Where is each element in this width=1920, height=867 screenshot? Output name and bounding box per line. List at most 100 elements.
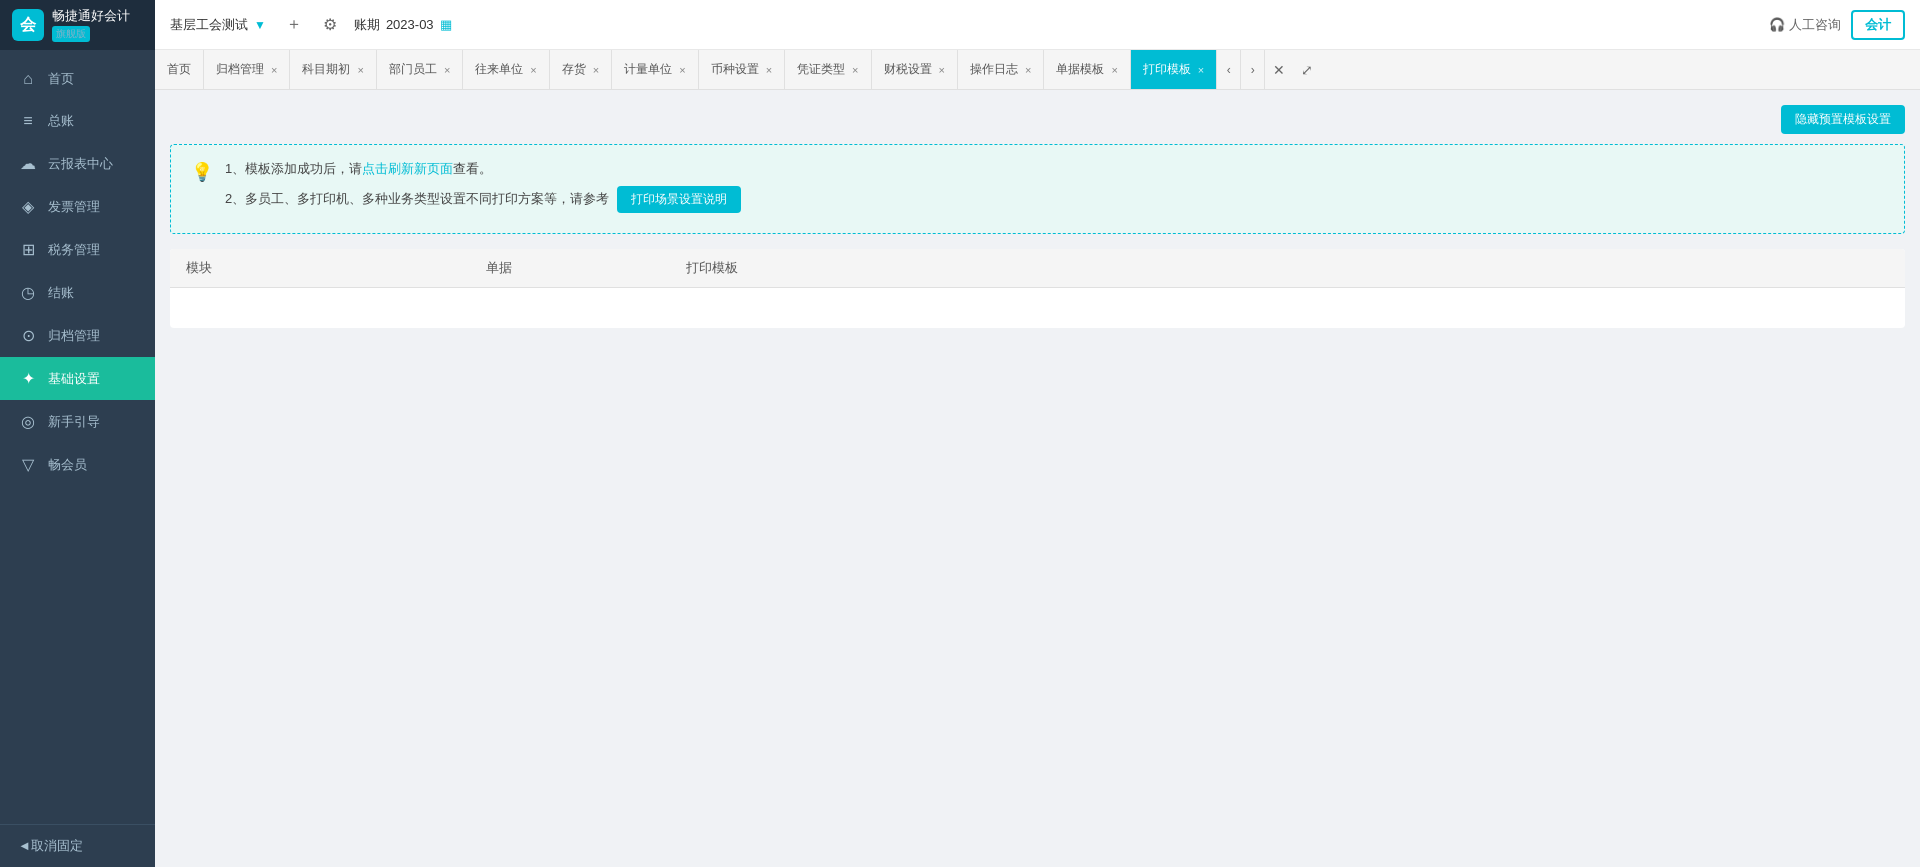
content-area: 隐藏预置模板设置 💡 1、模板添加成功后，请点击刷新新页面查看。 2、多员工、多…: [155, 90, 1920, 867]
topbar-actions: ＋ ⚙: [280, 11, 344, 39]
sidebar-item-tax[interactable]: ⊞ 税务管理: [0, 228, 155, 271]
sidebar-item-archive[interactable]: ⊙ 归档管理: [0, 314, 155, 357]
tab-print-template[interactable]: 打印模板 ×: [1131, 50, 1217, 89]
tab-close-icon[interactable]: ×: [1111, 64, 1117, 76]
tab-bar: 首页 归档管理 × 科目期初 × 部门员工 × 往来单位 × 存货 × 计量单位…: [155, 50, 1920, 90]
tab-unit[interactable]: 计量单位 ×: [612, 50, 698, 89]
tab-label: 部门员工: [389, 61, 437, 78]
unpin-label: ◄取消固定: [18, 837, 83, 855]
tax-icon: ⊞: [18, 240, 38, 259]
kuaiji-button[interactable]: 会计: [1851, 10, 1905, 40]
sidebar-item-ledger[interactable]: ≡ 总账: [0, 100, 155, 142]
info-line1-prefix: 1、模板添加成功后，请: [225, 161, 362, 176]
tab-home[interactable]: 首页: [155, 50, 204, 89]
tab-label: 操作日志: [970, 61, 1018, 78]
tab-document-template[interactable]: 单据模板 ×: [1044, 50, 1130, 89]
sidebar-item-guide[interactable]: ◎ 新手引导: [0, 400, 155, 443]
tab-close-icon[interactable]: ×: [1198, 64, 1204, 76]
tab-close-icon[interactable]: ×: [530, 64, 536, 76]
home-icon: ⌂: [18, 70, 38, 88]
tab-close-icon[interactable]: ×: [593, 64, 599, 76]
hide-template-btn-row: 隐藏预置模板设置: [170, 105, 1905, 134]
th-document: 单据: [470, 249, 670, 287]
tab-close-all-button[interactable]: ✕: [1265, 50, 1293, 89]
sidebar-item-label: 总账: [48, 112, 74, 130]
sidebar-item-label: 归档管理: [48, 327, 100, 345]
table-header: 模块 单据 打印模板: [170, 249, 1905, 288]
tab-close-icon[interactable]: ×: [939, 64, 945, 76]
tab-label: 归档管理: [216, 61, 264, 78]
tab-subject-init[interactable]: 科目期初 ×: [290, 50, 376, 89]
logo-icon: 会: [12, 9, 44, 41]
period-label: 账期: [354, 16, 380, 34]
tab-voucher-type[interactable]: 凭证类型 ×: [785, 50, 871, 89]
tab-inventory[interactable]: 存货 ×: [550, 50, 612, 89]
tab-close-icon[interactable]: ×: [766, 64, 772, 76]
sidebar-item-label: 结账: [48, 284, 74, 302]
sidebar-item-invoice[interactable]: ◈ 发票管理: [0, 185, 155, 228]
period-value[interactable]: 2023-03: [386, 17, 434, 32]
tab-archive[interactable]: 归档管理 ×: [204, 50, 290, 89]
sidebar: 会 畅捷通好会计 旗舰版 ⌂ 首页 ≡ 总账 ☁ 云报表中心 ◈ 发票管理 ⊞ …: [0, 0, 155, 867]
tab-label: 首页: [167, 61, 191, 78]
cloud-icon: ☁: [18, 154, 38, 173]
hide-template-button[interactable]: 隐藏预置模板设置: [1781, 105, 1905, 134]
tab-label: 财税设置: [884, 61, 932, 78]
company-selector[interactable]: 基层工会测试 ▼: [170, 16, 266, 34]
main-area: 基层工会测试 ▼ ＋ ⚙ 账期 2023-03 ▦ 🎧 人工咨询 会计 首页 归…: [155, 0, 1920, 867]
tab-close-icon[interactable]: ×: [357, 64, 363, 76]
logo-text: 畅捷通好会计: [52, 8, 130, 25]
sidebar-unpin[interactable]: ◄取消固定: [0, 824, 155, 867]
print-scene-button[interactable]: 打印场景设置说明: [617, 186, 741, 213]
tab-close-icon[interactable]: ×: [852, 64, 858, 76]
close-account-icon: ◷: [18, 283, 38, 302]
add-tab-button[interactable]: ＋: [280, 11, 308, 39]
info-box-content: 💡 1、模板添加成功后，请点击刷新新页面查看。 2、多员工、多打印机、多种业务类…: [191, 159, 1884, 219]
sidebar-item-label: 发票管理: [48, 198, 100, 216]
tab-department[interactable]: 部门员工 ×: [377, 50, 463, 89]
sidebar-item-label: 云报表中心: [48, 155, 113, 173]
service-label: 人工咨询: [1789, 16, 1841, 34]
sidebar-item-close-account[interactable]: ◷ 结账: [0, 271, 155, 314]
topbar: 基层工会测试 ▼ ＋ ⚙ 账期 2023-03 ▦ 🎧 人工咨询 会计: [155, 0, 1920, 50]
service-button[interactable]: 🎧 人工咨询: [1769, 16, 1841, 34]
tab-tax-settings[interactable]: 财税设置 ×: [872, 50, 958, 89]
tab-label: 凭证类型: [797, 61, 845, 78]
sidebar-item-home[interactable]: ⌂ 首页: [0, 58, 155, 100]
tab-close-icon[interactable]: ×: [271, 64, 277, 76]
tab-next-button[interactable]: ›: [1241, 50, 1265, 89]
lightbulb-icon: 💡: [191, 161, 213, 183]
info-line-2: 2、多员工、多打印机、多种业务类型设置不同打印方案等，请参考 打印场景设置说明: [225, 186, 1884, 213]
tab-prev-button[interactable]: ‹: [1217, 50, 1241, 89]
table-body: [170, 288, 1905, 328]
tab-label: 存货: [562, 61, 586, 78]
tab-currency[interactable]: 币种设置 ×: [699, 50, 785, 89]
tab-close-icon[interactable]: ×: [444, 64, 450, 76]
tab-close-icon[interactable]: ×: [1025, 64, 1031, 76]
sidebar-item-member[interactable]: ▽ 畅会员: [0, 443, 155, 486]
tab-expand-button[interactable]: ⤢: [1293, 50, 1321, 89]
guide-icon: ◎: [18, 412, 38, 431]
settings-icon: ✦: [18, 369, 38, 388]
archive-icon: ⊙: [18, 326, 38, 345]
invoice-icon: ◈: [18, 197, 38, 216]
tab-label: 科目期初: [302, 61, 350, 78]
period-info: 账期 2023-03 ▦: [354, 16, 452, 34]
th-module: 模块: [170, 249, 470, 287]
sidebar-item-cloud-report[interactable]: ☁ 云报表中心: [0, 142, 155, 185]
tab-label: 币种设置: [711, 61, 759, 78]
topbar-right: 🎧 人工咨询 会计: [1769, 10, 1905, 40]
refresh-link[interactable]: 点击刷新新页面: [362, 161, 453, 176]
sidebar-item-basic-settings[interactable]: ✦ 基础设置: [0, 357, 155, 400]
sidebar-item-label: 首页: [48, 70, 74, 88]
tab-label: 往来单位: [475, 61, 523, 78]
tab-label: 打印模板: [1143, 61, 1191, 78]
logo-area: 会 畅捷通好会计 旗舰版: [0, 0, 155, 50]
tab-operation-log[interactable]: 操作日志 ×: [958, 50, 1044, 89]
calendar-icon[interactable]: ▦: [440, 17, 452, 32]
dropdown-arrow-icon: ▼: [254, 18, 266, 32]
info-text: 1、模板添加成功后，请点击刷新新页面查看。 2、多员工、多打印机、多种业务类型设…: [225, 159, 1884, 219]
settings-gear-button[interactable]: ⚙: [316, 11, 344, 39]
tab-close-icon[interactable]: ×: [679, 64, 685, 76]
tab-partner[interactable]: 往来单位 ×: [463, 50, 549, 89]
